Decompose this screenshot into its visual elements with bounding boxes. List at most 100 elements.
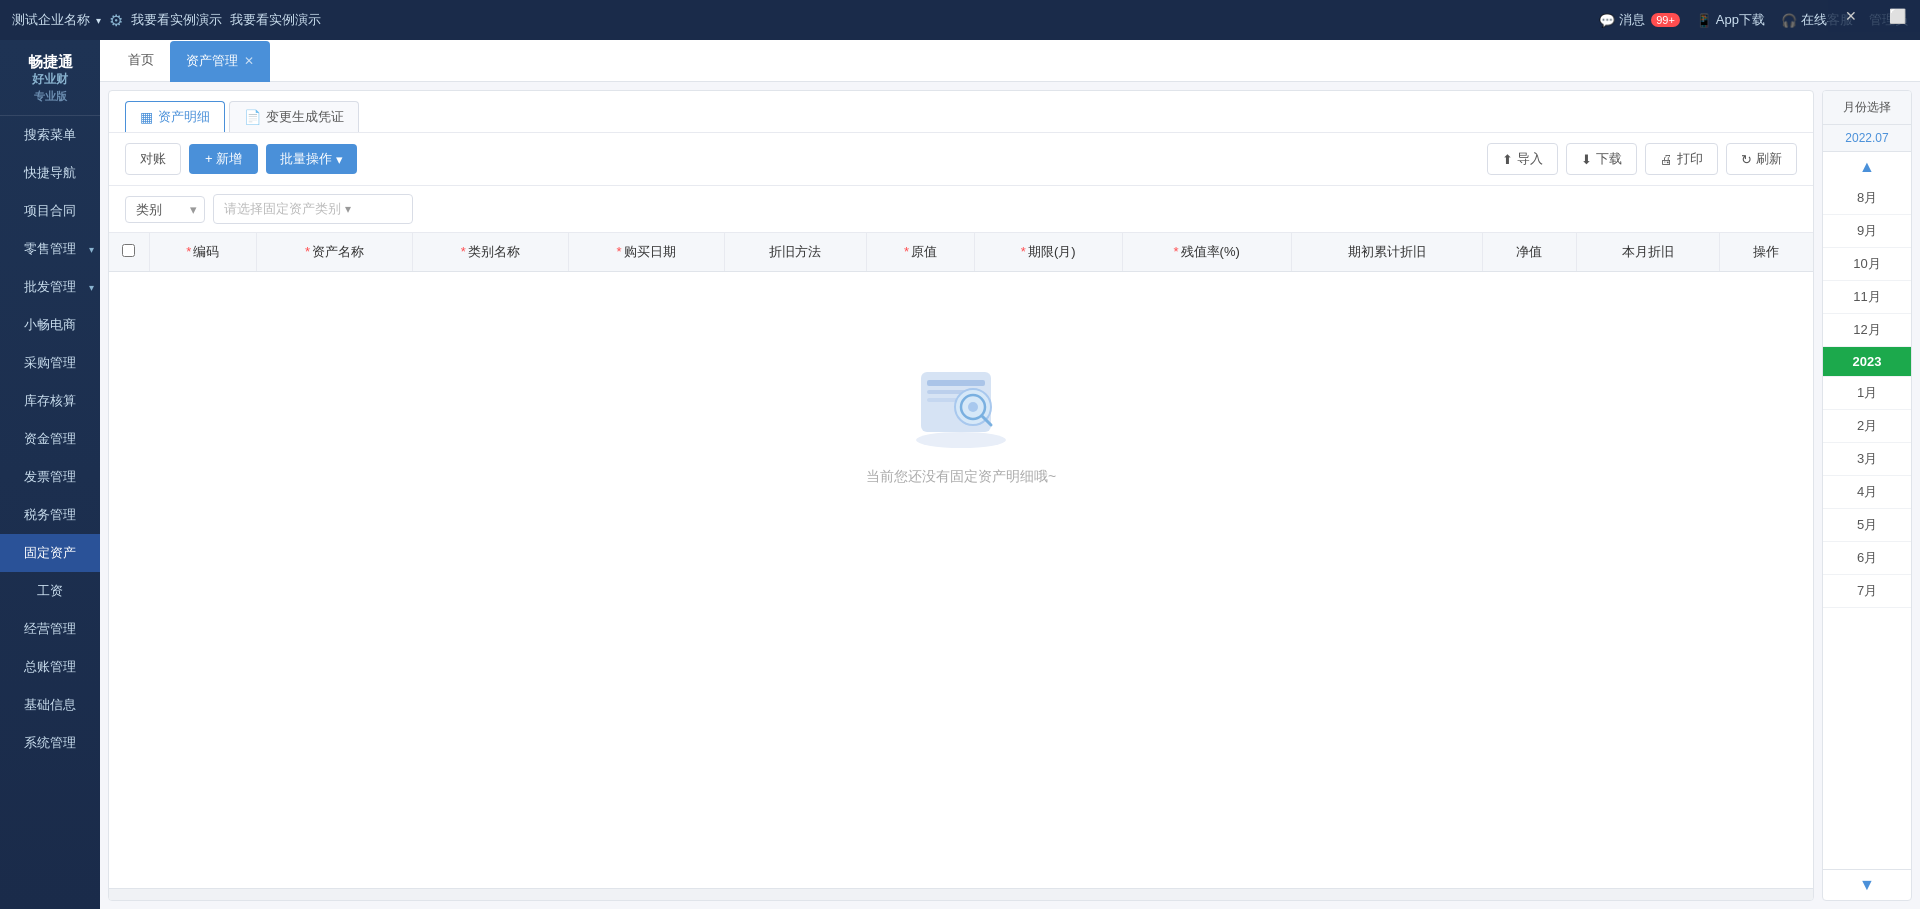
tab-home[interactable]: 首页 [112,40,170,81]
selected-year: 2022.07 [1823,125,1911,152]
th-monthly-depreciation: 本月折旧 [1577,233,1720,272]
sidebar-item-system[interactable]: 系统管理 [0,724,100,762]
month-item-2023-3月[interactable]: 3月 [1823,443,1911,476]
table-container: *编码 *资产名称 *类别名称 *购买日期 折旧方法 *原值 *期限(月) *残… [109,233,1813,888]
month-item-2023-6月[interactable]: 6月 [1823,542,1911,575]
th-period: *期限(月) [974,233,1122,272]
month-item-12月[interactable]: 12月 [1823,314,1911,347]
month-nav-up-btn[interactable]: ▲ [1851,156,1883,178]
app-download-label: App下载 [1716,11,1765,29]
th-operation: 操作 [1719,233,1813,272]
dropdown-icon: ▾ [96,15,101,26]
maximize-btn[interactable]: ⬜ [1874,0,1920,32]
sidebar: 畅捷通 好业财 专业版 搜索菜单快捷导航项目合同零售管理批发管理小畅电商采购管理… [0,40,100,909]
month-nav-down-btn[interactable]: ▼ [1851,874,1883,896]
sidebar-item-salary[interactable]: 工资 [0,572,100,610]
th-name: *资产名称 [257,233,413,272]
th-code: *编码 [149,233,257,272]
month-item-11月[interactable]: 11月 [1823,281,1911,314]
month-item-2023-2月[interactable]: 2月 [1823,410,1911,443]
year-badge[interactable]: 2023 [1823,347,1911,377]
month-item-2023-7月[interactable]: 7月 [1823,575,1911,608]
tab-asset-mgmt[interactable]: 资产管理 ✕ [170,41,270,82]
print-icon: 🖨 [1660,152,1673,167]
svg-point-8 [968,402,978,412]
sidebar-item-basic-info[interactable]: 基础信息 [0,686,100,724]
toolbar-left: 对账 + 新增 批量操作 ▾ [125,143,357,175]
sub-tab-asset-detail[interactable]: ▦ 资产明细 [125,101,225,132]
filter-placeholder: 请选择固定资产类别 [224,200,341,218]
phone-icon: 📱 [1696,13,1712,28]
category-select-wrapper: 类别 [125,196,205,223]
sidebar-item-ledger[interactable]: 总账管理 [0,648,100,686]
sidebar-item-operations[interactable]: 经营管理 [0,610,100,648]
month-list: 8月9月10月11月12月20231月2月3月4月5月6月7月 [1823,182,1911,869]
tab-home-label: 首页 [128,51,154,69]
top-bar-left: 测试企业名称 ▾ ⚙ 我要看实例演示 我要看实例演示 [12,11,321,30]
month-panel: 月份选择 2022.07 ▲ 8月9月10月11月12月20231月2月3月4月… [1822,90,1912,901]
month-item-8月[interactable]: 8月 [1823,182,1911,215]
filter-row: 类别 请选择固定资产类别 ▾ [109,186,1813,233]
asset-table: *编码 *资产名称 *类别名称 *购买日期 折旧方法 *原值 *期限(月) *残… [109,233,1813,272]
category-filter-input-wrapper[interactable]: 请选择固定资产类别 ▾ [213,194,413,224]
message-btn[interactable]: 💬 消息 99+ [1599,11,1680,29]
sidebar-item-search[interactable]: 搜索菜单 [0,116,100,154]
th-original-value: *原值 [867,233,975,272]
add-btn[interactable]: + 新增 [189,144,258,174]
message-label: 消息 [1619,11,1645,29]
month-item-10月[interactable]: 10月 [1823,248,1911,281]
th-residual-rate: *残值率(%) [1122,233,1291,272]
toolbar: 对账 + 新增 批量操作 ▾ ⬆ 导入 [109,133,1813,186]
tab-close-icon[interactable]: ✕ [244,54,254,68]
demo-link[interactable]: 我要看实例演示 [131,11,222,29]
month-item-9月[interactable]: 9月 [1823,215,1911,248]
reconcile-btn[interactable]: 对账 [125,143,181,175]
refresh-label: 刷新 [1756,150,1782,168]
sidebar-item-fixed-assets[interactable]: 固定资产 [0,534,100,572]
month-panel-header: 月份选择 [1823,91,1911,125]
sub-tabs: ▦ 资产明细 📄 变更生成凭证 [109,91,1813,133]
settings-icon[interactable]: ⚙ [109,11,123,30]
download-icon: ⬇ [1581,152,1592,167]
asset-detail-label: 资产明细 [158,108,210,126]
month-nav-up: ▲ [1823,152,1911,182]
category-select[interactable]: 类别 [125,196,205,223]
print-btn[interactable]: 🖨 打印 [1645,143,1718,175]
message-icon: 💬 [1599,13,1615,28]
select-all-checkbox[interactable] [122,244,135,257]
refresh-icon: ↻ [1741,152,1752,167]
sidebar-item-inventory[interactable]: 库存核算 [0,382,100,420]
sidebar-item-wholesale[interactable]: 批发管理 [0,268,100,306]
month-item-2023-4月[interactable]: 4月 [1823,476,1911,509]
scroll-bottom[interactable] [109,888,1813,900]
download-btn[interactable]: ⬇ 下载 [1566,143,1637,175]
sidebar-item-project[interactable]: 项目合同 [0,192,100,230]
print-label: 打印 [1677,150,1703,168]
sidebar-item-quick-nav[interactable]: 快捷导航 [0,154,100,192]
close-btn[interactable]: ✕ [1828,0,1874,32]
refresh-btn[interactable]: ↻ 刷新 [1726,143,1797,175]
import-icon: ⬆ [1502,152,1513,167]
sidebar-item-invoice[interactable]: 发票管理 [0,458,100,496]
change-voucher-label: 变更生成凭证 [266,108,344,126]
demo-link-text[interactable]: 我要看实例演示 [230,11,321,29]
page-content: ▦ 资产明细 📄 变更生成凭证 对账 + 新增 [100,82,1920,909]
month-item-2023-5月[interactable]: 5月 [1823,509,1911,542]
company-selector[interactable]: 测试企业名称 ▾ [12,11,101,29]
empty-illustration [901,352,1021,452]
content-area: 首页 资产管理 ✕ ▦ 资产明细 📄 变更生成凭证 [100,40,1920,909]
sidebar-item-finance[interactable]: 资金管理 [0,420,100,458]
app-download-btn[interactable]: 📱 App下载 [1696,11,1765,29]
sub-tab-change-voucher[interactable]: 📄 变更生成凭证 [229,101,359,132]
download-label: 下载 [1596,150,1622,168]
company-name: 测试企业名称 [12,11,90,29]
sidebar-item-purchase[interactable]: 采购管理 [0,344,100,382]
asset-panel: ▦ 资产明细 📄 变更生成凭证 对账 + 新增 [108,90,1814,901]
batch-btn[interactable]: 批量操作 ▾ [266,144,357,174]
month-item-2023-1月[interactable]: 1月 [1823,377,1911,410]
batch-wrapper: 批量操作 ▾ [266,144,357,174]
import-btn[interactable]: ⬆ 导入 [1487,143,1558,175]
sidebar-item-retail[interactable]: 零售管理 [0,230,100,268]
sidebar-item-ecommerce[interactable]: 小畅电商 [0,306,100,344]
sidebar-item-tax[interactable]: 税务管理 [0,496,100,534]
